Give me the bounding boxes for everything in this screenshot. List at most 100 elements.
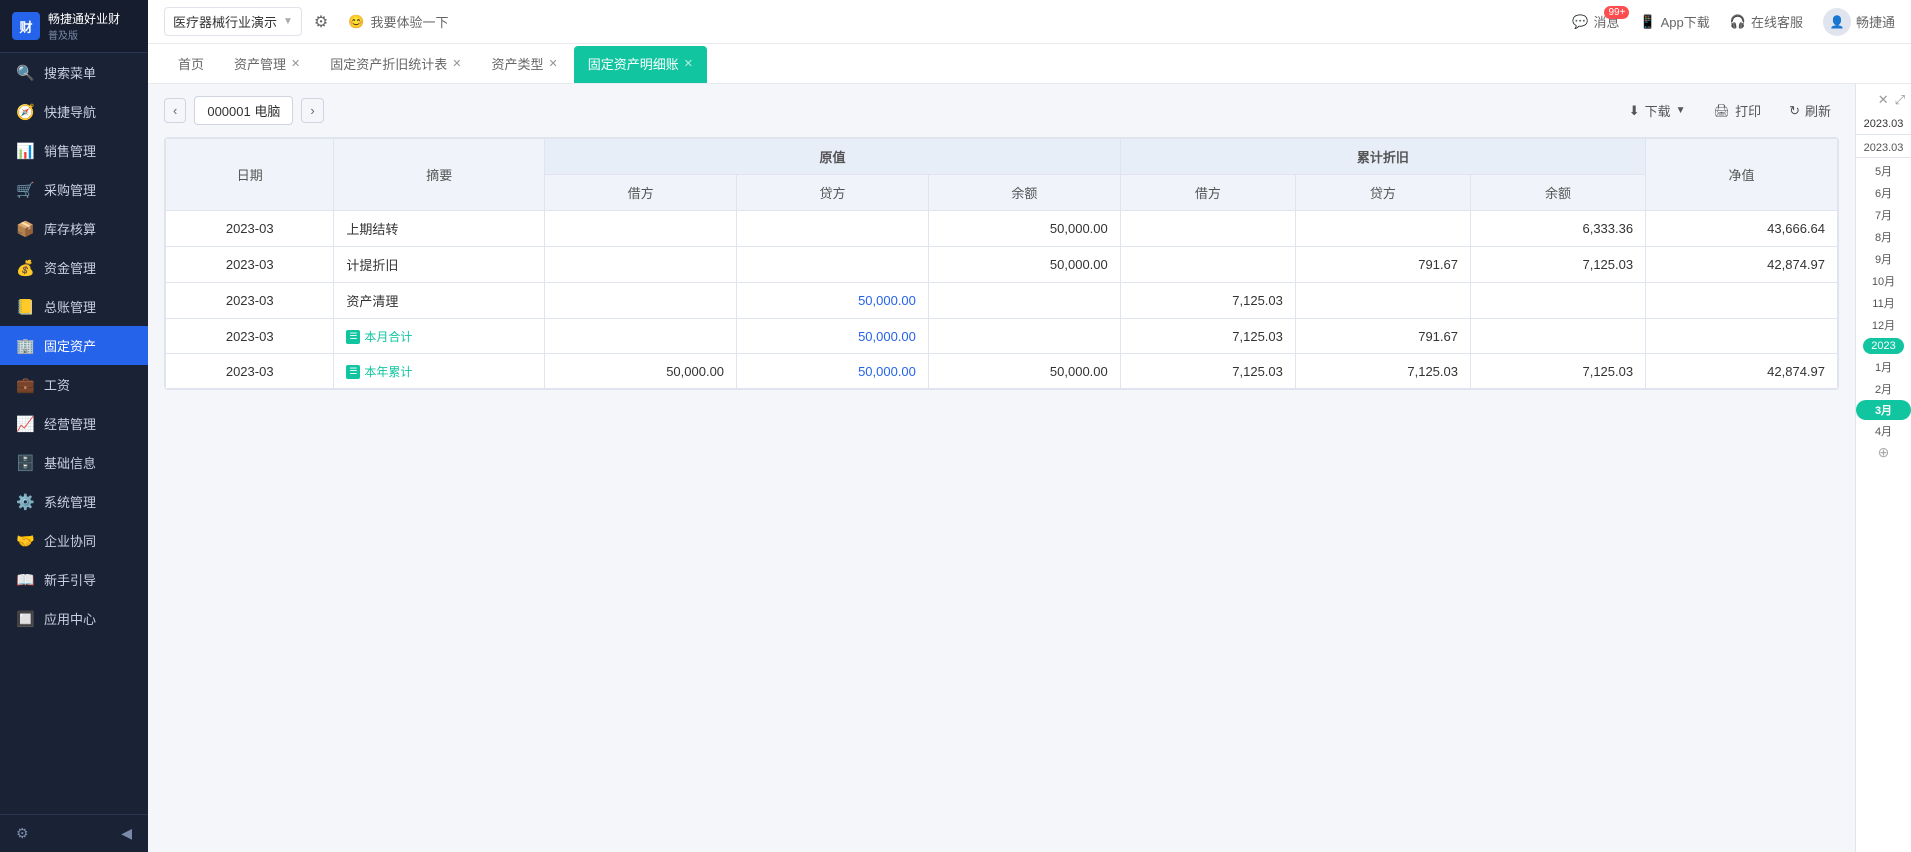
sidebar-item-sales[interactable]: 📊 销售管理 — [0, 131, 148, 170]
database-icon: 🗄️ — [16, 454, 34, 472]
timeline-month-4[interactable]: 4月 — [1856, 420, 1911, 442]
timeline-month-1[interactable]: 1月 — [1856, 356, 1911, 378]
tab-asset-mgmt-close[interactable]: ✕ — [291, 57, 300, 70]
timeline-month-2[interactable]: 2月 — [1856, 378, 1911, 400]
tab-home-label: 首页 — [178, 54, 204, 73]
sidebar-label-quicknav: 快捷导航 — [44, 102, 96, 121]
tab-asset-type-close[interactable]: ✕ — [549, 57, 558, 70]
month-badge: ☰ 本年累计 — [346, 363, 412, 380]
dropdown-icon: ▼ — [283, 16, 293, 27]
timeline-panel: ✕ ⤢ 2023.03 2023.03 5月 6月 7月 8月 9月 10月 1… — [1855, 84, 1911, 852]
sidebar-label-purchase: 采购管理 — [44, 180, 96, 199]
header-accumulated-depreciation: 累计折旧 — [1120, 139, 1645, 175]
toolbar-actions: ⬇ 下载 ▼ 🖨 打印 ↻ 刷新 — [1621, 97, 1839, 124]
sidebar-item-payroll[interactable]: 💼 工资 — [0, 365, 148, 404]
timeline-month-11[interactable]: 11月 — [1856, 292, 1911, 314]
tab-asset-detail-close[interactable]: ✕ — [684, 57, 693, 70]
refresh-label: 刷新 — [1805, 101, 1831, 120]
tab-asset-detail[interactable]: 固定资产明细账 ✕ — [574, 46, 707, 83]
sidebar-item-system[interactable]: ⚙️ 系统管理 — [0, 482, 148, 521]
tab-asset-mgmt[interactable]: 资产管理 ✕ — [220, 46, 314, 83]
sidebar-label-guide: 新手引导 — [44, 570, 96, 589]
briefcase-icon: 💼 — [16, 376, 34, 394]
timeline-month-12[interactable]: 12月 — [1856, 314, 1911, 336]
asset-navigator: ‹ 000001 电脑 › — [164, 96, 324, 125]
table-row: 2023-03资产清理50,000.007,125.03 — [166, 283, 1838, 319]
timeline-close-button[interactable]: ✕ — [1874, 90, 1893, 110]
company-selector[interactable]: 医疗器械行业演示 ▼ — [164, 7, 302, 36]
timeline-month-10[interactable]: 10月 — [1856, 270, 1911, 292]
timeline-header-date2: 2023.03 — [1856, 139, 1911, 158]
sidebar-item-funds[interactable]: 💰 资金管理 — [0, 248, 148, 287]
sidebar-item-ledger[interactable]: 📒 总账管理 — [0, 287, 148, 326]
customer-service-label: 在线客服 — [1751, 12, 1803, 31]
table-row: 2023-03☰ 本月合计50,000.007,125.03791.67 — [166, 319, 1838, 354]
apps-icon: 🔲 — [16, 610, 34, 628]
sidebar-item-search[interactable]: 🔍 搜索菜单 — [0, 53, 148, 92]
header-original-value: 原值 — [545, 139, 1121, 175]
sidebar-label-funds: 资金管理 — [44, 258, 96, 277]
topbar-settings-icon[interactable]: ⚙ — [314, 12, 328, 32]
print-button[interactable]: 🖨 打印 — [1706, 97, 1770, 124]
message-icon: 💬 — [1572, 14, 1588, 30]
sidebar-item-apps[interactable]: 🔲 应用中心 — [0, 599, 148, 638]
timeline-month-6[interactable]: 6月 — [1856, 182, 1911, 204]
avatar: 👤 — [1823, 8, 1851, 36]
sidebar-item-collab[interactable]: 🤝 企业协同 — [0, 521, 148, 560]
header-orig-balance: 余额 — [928, 175, 1120, 211]
app-download-button[interactable]: 📱 App下载 — [1639, 12, 1709, 31]
settings-bottom-icon[interactable]: ⚙ — [16, 825, 29, 842]
download-label: 下载 — [1645, 101, 1671, 120]
tab-depreciation-close[interactable]: ✕ — [452, 57, 461, 70]
next-asset-button[interactable]: › — [301, 98, 323, 123]
sidebar-item-operations[interactable]: 📈 经营管理 — [0, 404, 148, 443]
timeline-month-3-active[interactable]: 3月 — [1856, 400, 1911, 420]
sidebar-item-quicknav[interactable]: 🧭 快捷导航 — [0, 92, 148, 131]
book-icon: 📒 — [16, 298, 34, 316]
headset-icon: 🎧 — [1730, 14, 1746, 30]
tab-asset-type-label: 资产类型 — [491, 54, 543, 73]
sidebar-item-guide[interactable]: 📖 新手引导 — [0, 560, 148, 599]
sidebar-item-fixed-assets[interactable]: 🏢 固定资产 — [0, 326, 148, 365]
header-net-value: 净值 — [1646, 139, 1838, 211]
timeline-header-date1: 2023.03 — [1856, 114, 1911, 135]
header-date: 日期 — [166, 139, 334, 211]
chart-icon: 📊 — [16, 142, 34, 160]
asset-detail-table: 日期 摘要 原值 累计折旧 净值 借方 贷方 余额 借方 贷方 余额 — [165, 138, 1838, 389]
search-icon: 🔍 — [16, 64, 34, 82]
tab-depreciation-stats[interactable]: 固定资产折旧统计表 ✕ — [316, 46, 475, 83]
table-row: 2023-03计提折旧50,000.00791.677,125.0342,874… — [166, 247, 1838, 283]
download-button[interactable]: ⬇ 下载 ▼ — [1621, 97, 1694, 124]
user-profile-button[interactable]: 👤 畅捷通 — [1823, 8, 1895, 36]
timeline-year-badge[interactable]: 2023 — [1863, 338, 1903, 354]
header-summary: 摘要 — [334, 139, 545, 211]
sidebar-label-inventory: 库存核算 — [44, 219, 96, 238]
prev-asset-button[interactable]: ‹ — [164, 98, 186, 123]
experience-button[interactable]: 😊 我要体验一下 — [348, 12, 448, 31]
messages-button[interactable]: 💬 消息 99+ — [1572, 12, 1619, 31]
printer-icon: 🖨 — [1714, 103, 1731, 119]
sidebar-scroll: 🔍 搜索菜单 🧭 快捷导航 📊 销售管理 🛒 采购管理 📦 库存核算 💰 资金管… — [0, 53, 148, 814]
collapse-icon[interactable]: ◀ — [121, 825, 132, 842]
timeline-month-8[interactable]: 8月 — [1856, 226, 1911, 248]
timeline-month-5[interactable]: 5月 — [1856, 160, 1911, 182]
sidebar-item-inventory[interactable]: 📦 库存核算 — [0, 209, 148, 248]
building-icon: 🏢 — [16, 337, 34, 355]
sidebar-label-collab: 企业协同 — [44, 531, 96, 550]
tab-asset-type[interactable]: 资产类型 ✕ — [477, 46, 571, 83]
timeline-month-9[interactable]: 9月 — [1856, 248, 1911, 270]
tab-depreciation-label: 固定资产折旧统计表 — [330, 54, 447, 73]
sidebar-item-purchase[interactable]: 🛒 采购管理 — [0, 170, 148, 209]
sidebar-item-basic[interactable]: 🗄️ 基础信息 — [0, 443, 148, 482]
tab-home[interactable]: 首页 — [164, 46, 218, 83]
download-dropdown-icon: ▼ — [1676, 105, 1686, 116]
sidebar-label-apps: 应用中心 — [44, 609, 96, 628]
refresh-button[interactable]: ↻ 刷新 — [1781, 97, 1839, 124]
sidebar-label-system: 系统管理 — [44, 492, 96, 511]
customer-service-button[interactable]: 🎧 在线客服 — [1730, 12, 1803, 31]
timeline-expand-button[interactable]: ⤢ — [1893, 90, 1907, 112]
timeline-down-icon[interactable]: ⊕ — [1878, 444, 1890, 461]
experience-label: 我要体验一下 — [370, 12, 448, 31]
handshake-icon: 🤝 — [16, 532, 34, 550]
timeline-month-7[interactable]: 7月 — [1856, 204, 1911, 226]
